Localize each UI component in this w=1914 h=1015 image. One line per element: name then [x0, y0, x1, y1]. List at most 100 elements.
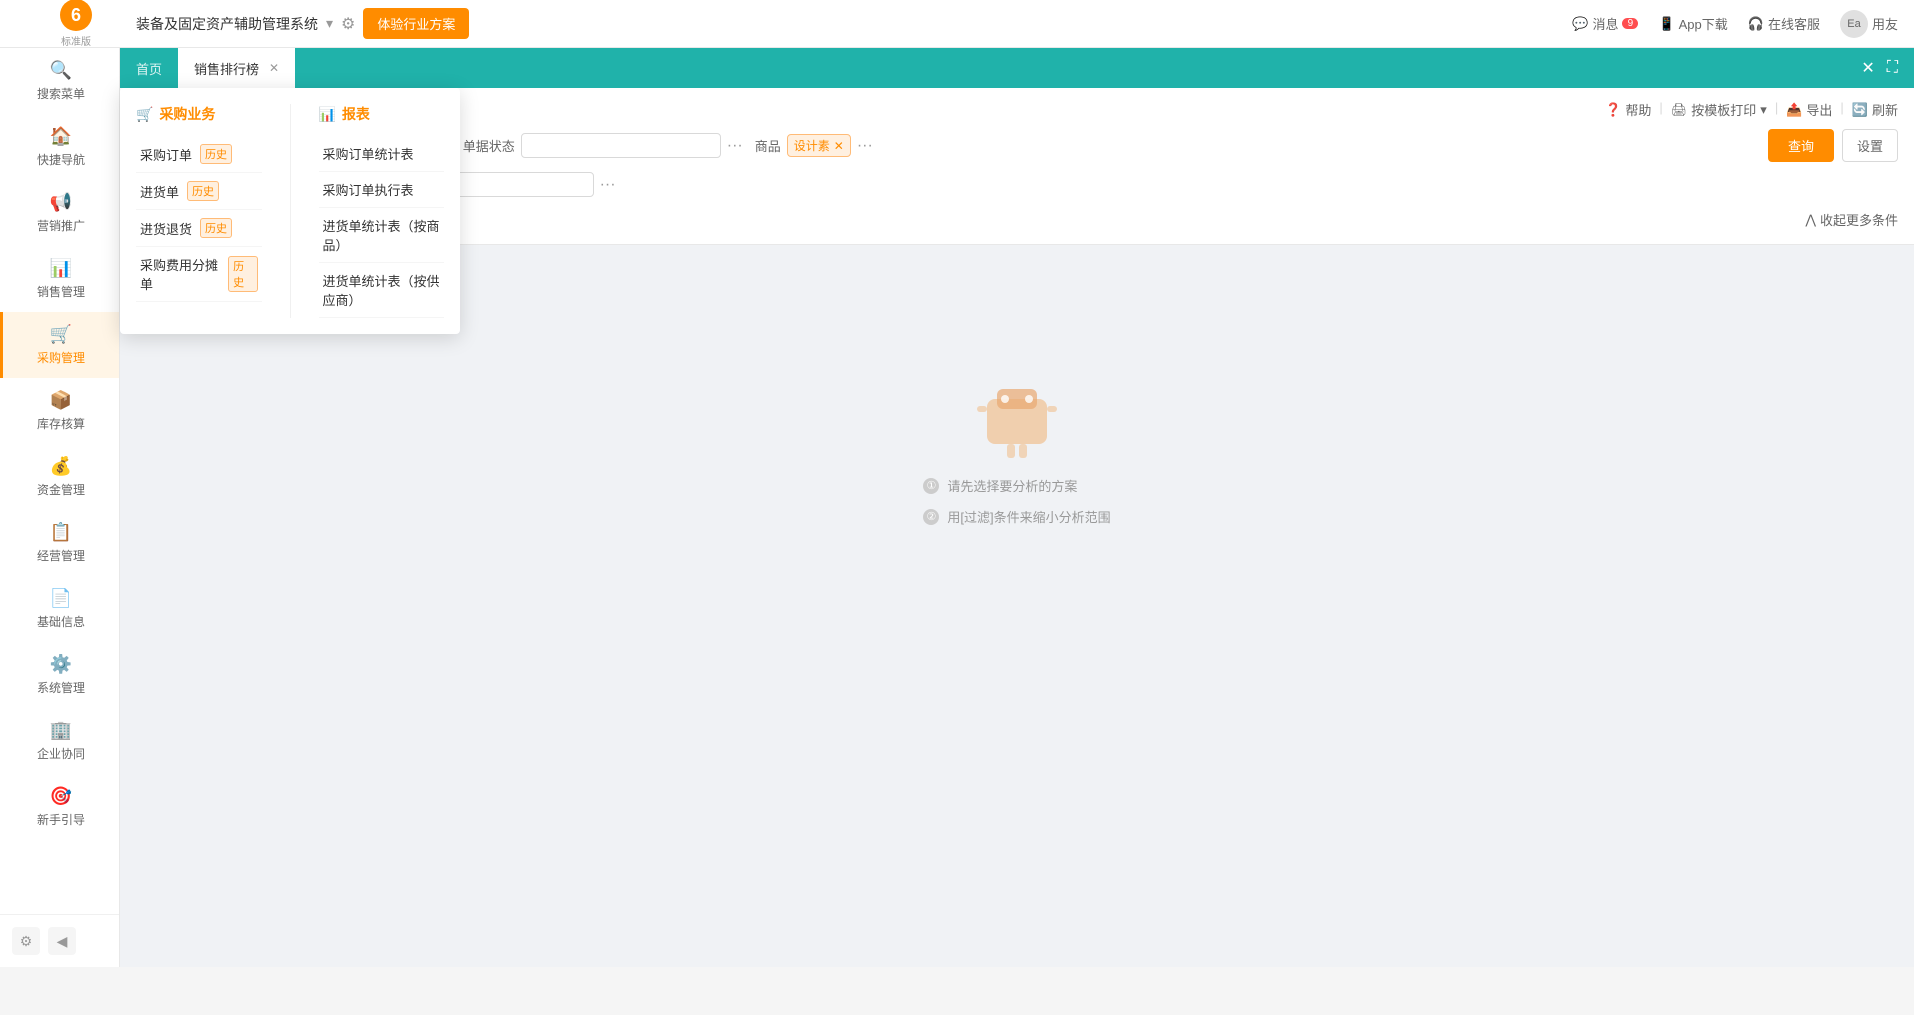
- tab-expand-icon[interactable]: ⛶: [1887, 59, 1898, 77]
- help-label: 帮助: [1625, 100, 1651, 119]
- purchase-section: 🛒 采购业务 采购订单 历史 进货单 历史 进货退货 历史 采购费用分摊单 历史: [136, 104, 262, 318]
- return-history-badge[interactable]: 历史: [200, 218, 232, 238]
- sidebar-label-purchase: 采购管理: [37, 349, 85, 366]
- salesman-dots[interactable]: ···: [600, 176, 616, 194]
- separator2: |: [1775, 100, 1778, 119]
- logo-icon: 6: [60, 0, 92, 31]
- search-icon: 🔍: [50, 60, 72, 81]
- sidebar-item-marketing[interactable]: 📢 营销推广: [0, 180, 119, 246]
- dropdown-item-incoming-stats-goods[interactable]: 进货单统计表（按商品）: [319, 208, 445, 263]
- collapse-wrapper: ⋀ 收起更多条件: [1805, 210, 1898, 229]
- separator3: |: [1840, 100, 1843, 119]
- export-label: 导出: [1806, 100, 1832, 119]
- avatar: Ea: [1840, 10, 1868, 38]
- tab-home-label: 首页: [136, 59, 162, 78]
- refresh-action[interactable]: 🔄 刷新: [1852, 100, 1898, 119]
- trial-button[interactable]: 体验行业方案: [363, 8, 469, 39]
- sidebar-item-search[interactable]: 🔍 搜索菜单: [0, 48, 119, 114]
- incoming-history-badge[interactable]: 历史: [187, 181, 219, 201]
- purchase-section-icon: 🛒: [136, 106, 153, 123]
- tab-sales-rank[interactable]: 销售排行榜 ✕: [178, 48, 295, 88]
- tab-close-all-icon[interactable]: ✕: [1861, 58, 1874, 78]
- goods-dots[interactable]: ···: [857, 137, 873, 155]
- refresh-label: 刷新: [1872, 100, 1898, 119]
- dropdown-item-expense[interactable]: 采购费用分摊单 历史: [136, 247, 262, 302]
- tab-home[interactable]: 首页: [120, 48, 178, 88]
- purchase-exec-label: 采购订单执行表: [323, 180, 414, 199]
- user-action[interactable]: Ea 用友: [1840, 10, 1898, 38]
- system-title-text: 装备及固定资产辅助管理系统: [136, 14, 318, 34]
- print-arrow-icon: ▾: [1760, 102, 1767, 118]
- sidebar-item-basic-info[interactable]: 📄 基础信息: [0, 576, 119, 642]
- dropdown-item-incoming-stats-supplier[interactable]: 进货单统计表（按供应商）: [319, 263, 445, 318]
- sidebar-item-quick-nav[interactable]: 🏠 快捷导航: [0, 114, 119, 180]
- report-section-title: 📊 报表: [319, 104, 445, 124]
- status-label: 单据状态: [463, 136, 515, 155]
- collapse-icon: ⋀: [1805, 212, 1816, 228]
- message-icon: 💬: [1572, 16, 1588, 32]
- top-actions: 💬 消息 9 📱 App下载 🎧 在线客服 Ea 用友: [1572, 10, 1898, 38]
- collapse-sidebar-icon[interactable]: ◀: [48, 927, 76, 955]
- tab-close-icon[interactable]: ✕: [269, 61, 279, 75]
- dropdown-item-purchase-exec[interactable]: 采购订单执行表: [319, 172, 445, 208]
- dropdown-item-purchase-stats[interactable]: 采购订单统计表: [319, 136, 445, 172]
- app-download-label: App下载: [1679, 14, 1728, 33]
- sidebar-item-enterprise[interactable]: 🏢 企业协同: [0, 708, 119, 774]
- dropdown-arrow-icon[interactable]: ▾: [326, 15, 333, 32]
- status-dots[interactable]: ···: [727, 137, 743, 155]
- tip2-num: ②: [923, 509, 939, 525]
- sidebar-item-sales[interactable]: 📊 销售管理: [0, 246, 119, 312]
- purchase-section-title: 🛒 采购业务: [136, 104, 262, 124]
- dropdown-item-return[interactable]: 进货退货 历史: [136, 210, 262, 247]
- settings-bottom-icon[interactable]: ⚙: [12, 927, 40, 955]
- purchase-icon: 🛒: [50, 324, 72, 345]
- goods-tag-close-icon[interactable]: ✕: [834, 139, 844, 153]
- goods-filter: 商品 设计素 ✕ ···: [755, 134, 873, 157]
- sidebar-label-enterprise: 企业协同: [37, 745, 85, 762]
- sidebar-item-system[interactable]: ⚙️ 系统管理: [0, 642, 119, 708]
- tab-bar-actions: ✕ ⛶: [1861, 58, 1914, 78]
- sidebar-item-guide[interactable]: 🎯 新手引导: [0, 774, 119, 840]
- collapse-button[interactable]: ⋀ 收起更多条件: [1805, 210, 1898, 229]
- print-action[interactable]: 🖨 按模板打印 ▾: [1671, 100, 1767, 119]
- return-label: 进货退货: [140, 219, 192, 238]
- sidebar-label-finance: 资金管理: [37, 481, 85, 498]
- status-filter: 单据状态 ···: [463, 133, 743, 158]
- sidebar-label-guide: 新手引导: [37, 811, 85, 828]
- system-icon: ⚙️: [50, 654, 72, 675]
- toolbar-actions: ❓ 帮助 | 🖨 按模板打印 ▾ | 📤 导出: [1605, 100, 1898, 119]
- finance-icon: 💰: [50, 456, 72, 477]
- incoming-stats-goods-label: 进货单统计表（按商品）: [323, 216, 441, 254]
- status-select[interactable]: [521, 133, 721, 158]
- goods-label: 商品: [755, 136, 781, 155]
- dropdown-item-incoming[interactable]: 进货单 历史: [136, 173, 262, 210]
- message-action[interactable]: 💬 消息 9: [1572, 14, 1638, 33]
- settings-icon[interactable]: ⚙: [341, 14, 355, 34]
- app-download-action[interactable]: 📱 App下载: [1658, 14, 1727, 33]
- sidebar-label-inventory: 库存核算: [37, 415, 85, 432]
- logo-area: 6 标准版: [16, 0, 136, 48]
- sidebar-item-purchase[interactable]: 🛒 采购管理: [0, 312, 119, 378]
- sidebar: 🔍 搜索菜单 🏠 快捷导航 📢 营销推广 📊 销售管理 🛒 采购管理 📦 库存核…: [0, 48, 120, 967]
- purchase-dropdown-menu: 🛒 采购业务 采购订单 历史 进货单 历史 进货退货 历史 采购费用分摊单 历史…: [120, 88, 460, 334]
- sidebar-item-operation[interactable]: 📋 经营管理: [0, 510, 119, 576]
- help-icon: ❓: [1605, 102, 1621, 118]
- headset-icon: 🎧: [1748, 16, 1764, 32]
- marketing-icon: 📢: [50, 192, 72, 213]
- sidebar-item-inventory[interactable]: 📦 库存核算: [0, 378, 119, 444]
- search-button[interactable]: 查询: [1768, 129, 1834, 162]
- export-action[interactable]: 📤 导出: [1786, 100, 1832, 119]
- sidebar-item-finance[interactable]: 💰 资金管理: [0, 444, 119, 510]
- incoming-label: 进货单: [140, 182, 179, 201]
- tip2-row: ② 用[过滤]条件来缩小分析范围: [923, 507, 1110, 526]
- sidebar-label-search: 搜索菜单: [37, 85, 85, 102]
- expense-label: 采购费用分摊单: [140, 255, 220, 293]
- settings-button[interactable]: 设置: [1842, 129, 1898, 162]
- online-service-action[interactable]: 🎧 在线客服: [1748, 14, 1820, 33]
- purchase-order-history-badge[interactable]: 历史: [200, 144, 232, 164]
- expense-history-badge[interactable]: 历史: [228, 256, 257, 292]
- goods-tag: 设计素 ✕: [787, 134, 851, 157]
- help-action[interactable]: ❓ 帮助: [1605, 100, 1651, 119]
- dropdown-item-purchase-order[interactable]: 采购订单 历史: [136, 136, 262, 173]
- status-select-wrapper: [521, 133, 721, 158]
